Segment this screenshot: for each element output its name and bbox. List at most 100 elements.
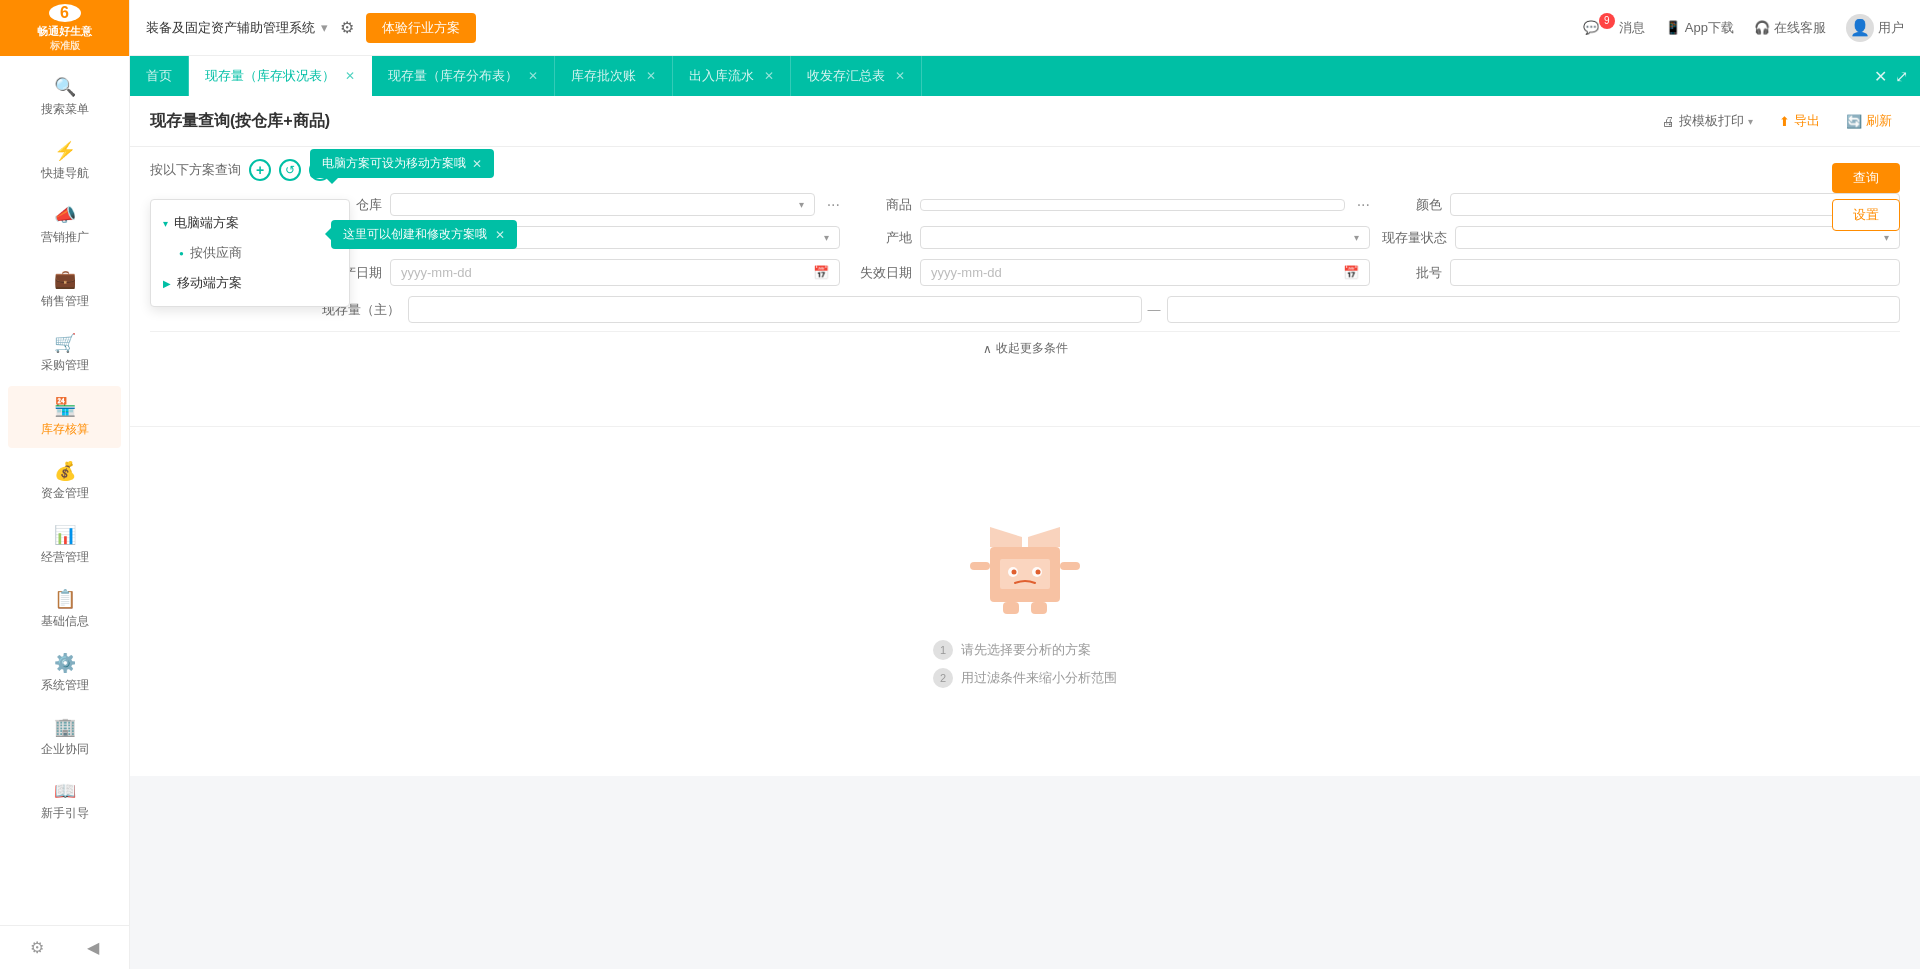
refresh-btn[interactable]: 🔄 刷新 [1838, 108, 1900, 134]
close-all-tabs-icon[interactable]: ✕ [1874, 67, 1887, 86]
exp-date-label: 失效日期 [852, 264, 912, 282]
search-icon: 🔍 [54, 76, 76, 98]
goods-input[interactable] [920, 199, 1345, 211]
filter-field-inv-status: 现存量状态 ▾ [1382, 226, 1900, 249]
sidebar-item-marketing[interactable]: 📣 营销推广 [8, 194, 121, 256]
filter-rows: 仓库 ▾ ··· 商品 ··· 颜色 [150, 193, 1900, 323]
sidebar-item-search[interactable]: 🔍 搜索菜单 [8, 66, 121, 128]
tab-home[interactable]: 首页 [130, 56, 189, 96]
warehouse-select[interactable]: ▾ [390, 193, 815, 216]
sidebar-menu: 🔍 搜索菜单 ⚡ 快捷导航 📣 营销推广 💼 销售管理 🛒 采购管理 🏪 库存核… [0, 56, 129, 925]
logo-sub: 标准版 [50, 39, 80, 53]
scheme-panel: ▾ 电脑端方案 ● 按供应商 ▶ 移动端方案 这里可以创建和修改方案哦 ✕ [150, 199, 350, 307]
collapse-row[interactable]: ∧ 收起更多条件 [150, 331, 1900, 365]
export-btn[interactable]: ⬆ 导出 [1771, 108, 1828, 134]
filter-field-batch: 批号 [1382, 259, 1900, 286]
gear-icon: ⚙️ [54, 652, 76, 674]
tab-close-inventory-status[interactable]: ✕ [345, 69, 355, 83]
tab-inventory-status[interactable]: 现存量（库存状况表） ✕ [189, 56, 372, 96]
tab-receipt-summary[interactable]: 收发存汇总表 ✕ [791, 56, 922, 96]
svg-point-5 [1036, 570, 1041, 575]
filter-field-warehouse: 仓库 ▾ ··· [322, 193, 840, 216]
arrow-down-icon: ▾ [163, 218, 168, 229]
header-gear-icon[interactable]: ⚙ [340, 18, 354, 37]
chart-icon: 📊 [54, 524, 76, 546]
scheme-tooltip-close[interactable]: ✕ [472, 157, 482, 171]
tab-close-batch-ledger[interactable]: ✕ [646, 69, 656, 83]
query-btn[interactable]: 查询 [1832, 163, 1900, 193]
template-print-btn[interactable]: 🖨 按模板打印 ▾ [1654, 108, 1761, 134]
filter-row-4: 现存量（主） — [150, 296, 1900, 323]
user-btn[interactable]: 👤 用户 [1846, 14, 1904, 42]
sidebar-item-operations[interactable]: 📊 经营管理 [8, 514, 121, 576]
origin-select[interactable]: ▾ [920, 226, 1370, 249]
scheme-item-desktop-child[interactable]: ● 按供应商 [151, 238, 349, 268]
app-download-btn[interactable]: 📱 App下载 [1665, 19, 1734, 37]
sidebar-item-sales[interactable]: 💼 销售管理 [8, 258, 121, 320]
sidebar-item-finance[interactable]: 💰 资金管理 [8, 450, 121, 512]
messages-btn[interactable]: 💬 9 消息 [1583, 19, 1645, 37]
filter-field-origin: 产地 ▾ [852, 226, 1370, 249]
trial-btn[interactable]: 体验行业方案 [366, 13, 476, 43]
svg-rect-7 [1060, 562, 1080, 570]
sidebar-settings-icon[interactable]: ⚙ [30, 938, 44, 957]
megaphone-icon: 📣 [54, 204, 76, 226]
avatar: 👤 [1846, 14, 1874, 42]
message-badge: 9 [1599, 13, 1615, 29]
svg-rect-6 [970, 562, 990, 570]
lightning-icon: ⚡ [54, 140, 76, 162]
empty-state: 1 请先选择要分析的方案 2 用过滤条件来缩小分析范围 [130, 427, 1920, 776]
svg-rect-8 [1003, 602, 1019, 614]
exp-date-input[interactable]: yyyy-mm-dd 📅 [920, 259, 1370, 286]
scheme-tooltip2-close[interactable]: ✕ [495, 228, 505, 242]
print-icon: 🖨 [1662, 114, 1675, 129]
batch-input[interactable] [1450, 259, 1900, 286]
sidebar-collapse-icon[interactable]: ◀ [87, 938, 99, 957]
sidebar-label-guide: 新手引导 [41, 805, 89, 822]
tab-close-in-out-flow[interactable]: ✕ [764, 69, 774, 83]
sidebar-item-system[interactable]: ⚙️ 系统管理 [8, 642, 121, 704]
scheme-item-mobile[interactable]: ▶ 移动端方案 [151, 268, 349, 298]
headset-icon: 🎧 [1754, 20, 1770, 35]
inv-qty-to[interactable] [1167, 296, 1901, 323]
warehouse-dots-icon[interactable]: ··· [827, 196, 840, 214]
tab-inventory-dist[interactable]: 现存量（库存分布表） ✕ [372, 56, 555, 96]
tab-in-out-flow[interactable]: 出入库流水 ✕ [673, 56, 791, 96]
sidebar-item-enterprise[interactable]: 🏢 企业协同 [8, 706, 121, 768]
scheme-item-desktop[interactable]: ▾ 电脑端方案 [151, 208, 349, 238]
online-support-btn[interactable]: 🎧 在线客服 [1754, 19, 1826, 37]
setting-btn[interactable]: 设置 [1832, 199, 1900, 231]
filter-add-btn[interactable]: + [249, 159, 271, 181]
origin-label: 产地 [852, 229, 912, 247]
size-chevron-icon: ▾ [824, 232, 829, 243]
filter-refresh-btn[interactable]: ↺ [279, 159, 301, 181]
svg-rect-9 [1031, 602, 1047, 614]
sidebar-label-finance: 资金管理 [41, 485, 89, 502]
sidebar-item-quick-nav[interactable]: ⚡ 快捷导航 [8, 130, 121, 192]
tab-close-receipt-summary[interactable]: ✕ [895, 69, 905, 83]
sidebar-item-purchase[interactable]: 🛒 采购管理 [8, 322, 121, 384]
system-dropdown-icon[interactable]: ▾ [321, 20, 328, 35]
refresh-icon: 🔄 [1846, 114, 1862, 129]
inv-qty-range: — [408, 296, 1900, 323]
sidebar-label-basic: 基础信息 [41, 613, 89, 630]
step-num-2: 2 [933, 668, 953, 688]
tab-close-inventory-dist[interactable]: ✕ [528, 69, 538, 83]
prod-date-input[interactable]: yyyy-mm-dd 📅 [390, 259, 840, 286]
sidebar-item-guide[interactable]: 📖 新手引导 [8, 770, 121, 832]
filter-area: 按以下方案查询 + ↺ ← 电脑方案可设为移动方案哦 ✕ ▾ 电脑端方案 ● [130, 147, 1920, 427]
inv-qty-from[interactable] [408, 296, 1142, 323]
goods-dots-icon[interactable]: ··· [1357, 196, 1370, 214]
collapse-icon: ∧ [983, 342, 992, 356]
print-chevron: ▾ [1748, 116, 1753, 127]
filter-row-1: 仓库 ▾ ··· 商品 ··· 颜色 [150, 193, 1900, 216]
fullscreen-icon[interactable]: ⤢ [1895, 67, 1908, 86]
sidebar-item-inventory[interactable]: 🏪 库存核算 [8, 386, 121, 448]
tabbar-actions: ✕ ⤢ [1874, 67, 1920, 86]
sidebar-label-search: 搜索菜单 [41, 101, 89, 118]
page-actions: 🖨 按模板打印 ▾ ⬆ 导出 🔄 刷新 [1654, 108, 1900, 134]
sidebar-item-basic[interactable]: 📋 基础信息 [8, 578, 121, 640]
tab-batch-ledger[interactable]: 库存批次账 ✕ [555, 56, 673, 96]
scheme-tooltip2-popup: 这里可以创建和修改方案哦 ✕ [331, 220, 517, 249]
money-icon: 💰 [54, 460, 76, 482]
